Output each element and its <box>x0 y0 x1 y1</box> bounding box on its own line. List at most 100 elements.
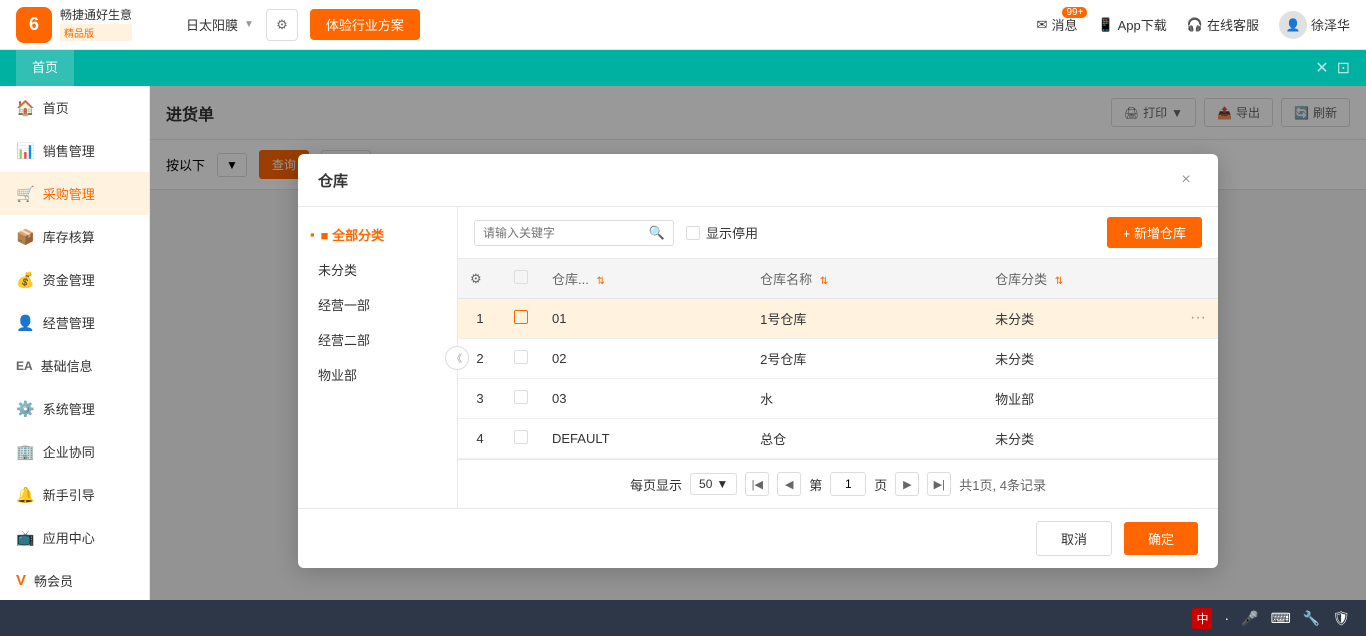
taskbar-icon-zh[interactable]: 中 <box>1192 608 1212 629</box>
col-settings: ⚙ <box>458 259 502 299</box>
sidebar-item-system[interactable]: ⚙️ 系统管理 <box>0 387 149 430</box>
category-panel: ▪ ■ 全部分类 未分类 经营一部 经营二部 物业部 <box>298 207 458 508</box>
col-name-header[interactable]: 仓库名称 ⇅ <box>748 259 983 299</box>
inventory-icon: 📦 <box>16 228 35 246</box>
mobile-icon: 📱 <box>1097 17 1113 33</box>
row2-name: 2号仓库 <box>748 339 983 379</box>
search-input-wrap: 🔍 <box>474 220 674 246</box>
logo-tag: 精品版 <box>60 24 132 41</box>
row4-checkbox[interactable] <box>502 419 540 459</box>
sidebar-item-basic-info[interactable]: EA 基础信息 <box>0 344 149 387</box>
sidebar-item-enterprise[interactable]: 🏢 企业协同 <box>0 430 149 473</box>
table-settings-icon[interactable]: ⚙ <box>470 271 482 286</box>
enterprise-icon: 🏢 <box>16 443 35 461</box>
sidebar-label-enterprise: 企业协同 <box>43 442 95 461</box>
trial-button[interactable]: 体验行业方案 <box>310 9 420 40</box>
per-page-select[interactable]: 50 ▼ <box>690 473 737 495</box>
taskbar-shield-icon[interactable]: 🛡 <box>1332 610 1350 627</box>
category-item-property[interactable]: 物业部 <box>298 357 457 392</box>
store-name: 日太阳膜 <box>186 15 238 34</box>
warehouse-table: ⚙ 仓库... ⇅ <box>458 259 1218 459</box>
taskbar-tool-icon[interactable]: 🔧 <box>1303 610 1320 627</box>
page-input[interactable] <box>830 472 866 496</box>
sidebar-item-sales[interactable]: 📊 销售管理 <box>0 129 149 172</box>
prev-page-button[interactable]: ◀ <box>777 472 801 496</box>
sidebar-item-operations[interactable]: 👤 经营管理 <box>0 301 149 344</box>
category-all[interactable]: ▪ ■ 全部分类 <box>298 217 457 252</box>
app-download-button[interactable]: 📱 App下载 <box>1097 15 1166 34</box>
col-code-sort-icon: ⇅ <box>596 276 604 287</box>
row1-more-icon[interactable]: ··· <box>1190 309 1206 327</box>
sidebar-label-basic-info: 基础信息 <box>41 356 93 375</box>
category-item-unclassified[interactable]: 未分类 <box>298 252 457 287</box>
modal-close-button[interactable]: × <box>1174 168 1198 192</box>
table-toolbar: 🔍 显示停用 + 新增仓库 <box>458 207 1218 259</box>
grid-icon: ▪ <box>310 227 315 242</box>
table-row[interactable]: 3 03 水 物业部 <box>458 379 1218 419</box>
taskbar-mic-icon[interactable]: 🎤 <box>1241 610 1258 627</box>
table-body: 1 01 1号仓库 未分类 ··· <box>458 299 1218 459</box>
select-all-checkbox[interactable] <box>514 270 528 284</box>
nav-close-button[interactable]: ✕ <box>1315 58 1328 78</box>
sidebar-item-app-center[interactable]: 📺 应用中心 <box>0 516 149 559</box>
row1-name: 1号仓库 <box>748 299 983 339</box>
message-badge: 99+ <box>1062 7 1087 18</box>
sales-icon: 📊 <box>16 142 35 160</box>
col-category-header[interactable]: 仓库分类 ⇅ <box>983 259 1218 299</box>
messages-button[interactable]: ✉ 消息 99+ <box>1037 15 1078 34</box>
modal-backdrop: 仓库 × ▪ ■ 全部分类 未分类 <box>150 86 1366 636</box>
table-row[interactable]: 4 DEFAULT 总仓 未分类 <box>458 419 1218 459</box>
row4-code: DEFAULT <box>540 419 748 459</box>
show-disabled-checkbox[interactable] <box>686 226 700 240</box>
sidebar-item-member[interactable]: V 畅会员 <box>0 559 149 602</box>
row3-checkbox[interactable] <box>502 379 540 419</box>
sidebar-item-home[interactable]: 🏠 首页 <box>0 86 149 129</box>
row3-category: 物业部 <box>983 379 1218 419</box>
sidebar-item-inventory[interactable]: 📦 库存核算 <box>0 215 149 258</box>
category-item-dept2[interactable]: 经营二部 <box>298 322 457 357</box>
row1-checkbox[interactable] <box>502 299 540 339</box>
cancel-button[interactable]: 取消 <box>1036 521 1112 556</box>
nav-tab-home[interactable]: 首页 <box>16 50 74 86</box>
sidebar-item-finance[interactable]: 💰 资金管理 <box>0 258 149 301</box>
page-unit: 页 <box>874 475 887 494</box>
sidebar-item-purchase[interactable]: 🛒 采购管理 <box>0 172 149 215</box>
col-code-header[interactable]: 仓库... ⇅ <box>540 259 748 299</box>
row3-index: 3 <box>458 379 502 419</box>
search-input[interactable] <box>483 226 645 240</box>
first-page-button[interactable]: |◀ <box>745 472 769 496</box>
user-profile-button[interactable]: 👤 徐泽华 <box>1279 11 1350 39</box>
category-all-label: ■ 全部分类 <box>321 225 384 244</box>
store-selector[interactable]: 日太阳膜 ▼ <box>186 15 254 34</box>
row2-checkbox[interactable] <box>502 339 540 379</box>
settings-button[interactable]: ⚙ <box>266 9 298 41</box>
per-page-label: 每页显示 <box>630 475 682 494</box>
row2-code: 02 <box>540 339 748 379</box>
avatar: 👤 <box>1279 11 1307 39</box>
warehouse-modal: 仓库 × ▪ ■ 全部分类 未分类 <box>298 154 1218 568</box>
app-download-label: App下载 <box>1118 15 1167 34</box>
logo-icon: 6 <box>16 7 52 43</box>
content-area: 进货单 🖨 打印 ▼ 📤 导出 🔄 刷新 按以下 ▼ <box>150 86 1366 636</box>
sidebar-label-home: 首页 <box>43 98 69 117</box>
last-page-button[interactable]: ▶| <box>927 472 951 496</box>
finance-icon: 💰 <box>16 271 35 289</box>
row1-code: 01 <box>540 299 748 339</box>
row3-name: 水 <box>748 379 983 419</box>
guide-icon: 🔔 <box>16 486 35 504</box>
table-row[interactable]: 1 01 1号仓库 未分类 ··· <box>458 299 1218 339</box>
next-page-button[interactable]: ▶ <box>895 472 919 496</box>
category-item-dept1[interactable]: 经营一部 <box>298 287 457 322</box>
row4-name: 总仓 <box>748 419 983 459</box>
taskbar-keyboard-icon[interactable]: ⌨ <box>1271 610 1291 627</box>
row2-category: 未分类 <box>983 339 1218 379</box>
sidebar-item-guide[interactable]: 🔔 新手引导 <box>0 473 149 516</box>
nav-expand-button[interactable]: ⊡ <box>1337 58 1350 78</box>
add-warehouse-button[interactable]: + 新增仓库 <box>1107 217 1202 248</box>
collapse-panel-button[interactable]: 《 <box>445 346 469 370</box>
online-service-button[interactable]: 🎧 在线客服 <box>1187 15 1259 34</box>
table-row[interactable]: 2 02 2号仓库 未分类 <box>458 339 1218 379</box>
taskbar-icon-dot[interactable]: · <box>1224 610 1229 626</box>
confirm-button[interactable]: 确定 <box>1124 522 1198 555</box>
search-icon: 🔍 <box>649 225 665 241</box>
